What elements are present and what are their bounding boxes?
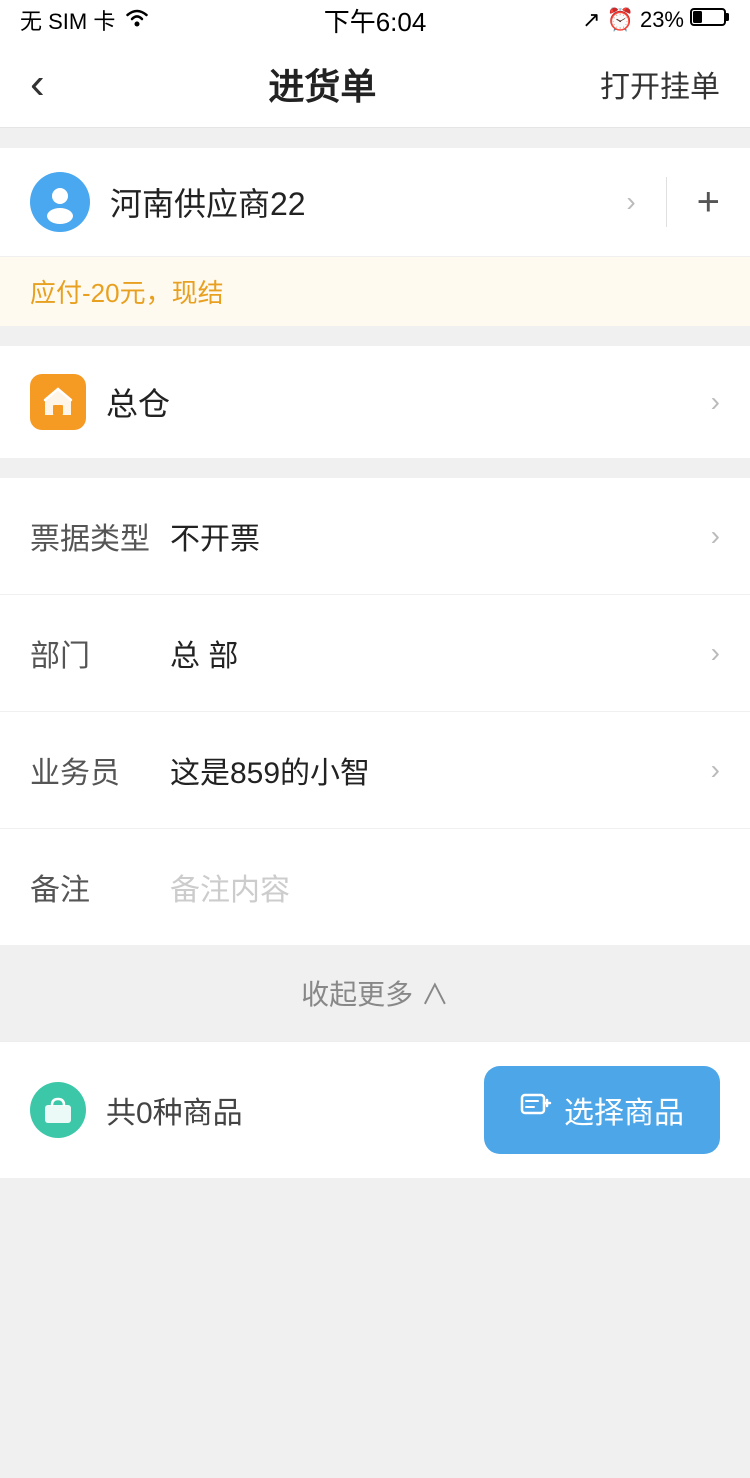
invoice-type-value: 不开票 <box>170 514 711 558</box>
warehouse-icon <box>30 374 86 430</box>
invoice-type-row[interactable]: 票据类型 不开票 › <box>0 478 750 594</box>
divider <box>666 177 667 227</box>
invoice-type-label: 票据类型 <box>30 514 170 558</box>
status-right: ↗ ⏰ 23% <box>582 6 730 34</box>
back-button[interactable]: ‹ <box>30 59 45 109</box>
warehouse-name: 总仓 <box>106 379 711 425</box>
supplier-actions: › + <box>626 177 720 227</box>
department-value: 总 部 <box>170 631 711 675</box>
alarm-icon: ⏰ <box>607 7 634 33</box>
select-product-label: 选择商品 <box>564 1088 684 1132</box>
collapse-button[interactable]: 收起更多 ∧ <box>301 973 449 1013</box>
battery-icon <box>690 6 730 34</box>
remark-label: 备注 <box>30 865 170 909</box>
department-row[interactable]: 部门 总 部 › <box>0 594 750 711</box>
status-bar: 无 SIM 卡 下午6:04 ↗ ⏰ 23% <box>0 0 750 40</box>
notice-row: 应付-20元，现结 <box>0 257 750 326</box>
battery-text: 23% <box>640 7 684 33</box>
salesperson-chevron-icon: › <box>711 754 720 786</box>
open-pending-button[interactable]: 打开挂单 <box>600 62 720 106</box>
select-product-button[interactable]: 选择商品 <box>484 1066 720 1154</box>
warehouse-row[interactable]: 总仓 › <box>0 346 750 458</box>
supplier-section: 河南供应商22 › + 应付-20元，现结 <box>0 148 750 326</box>
gap-1 <box>0 128 750 148</box>
remark-row[interactable]: 备注 备注内容 <box>0 828 750 945</box>
supplier-avatar <box>30 172 90 232</box>
department-chevron-icon: › <box>711 637 720 669</box>
product-count-label: 共0种商品 <box>106 1088 484 1132</box>
status-left: 无 SIM 卡 <box>20 4 151 36</box>
page-title: 进货单 <box>268 58 376 110</box>
gap-2 <box>0 326 750 346</box>
bottom-bar: 共0种商品 选择商品 <box>0 1041 750 1178</box>
status-time: 下午6:04 <box>324 2 427 39</box>
gap-3 <box>0 458 750 478</box>
warehouse-chevron-icon: › <box>711 386 720 418</box>
invoice-type-chevron-icon: › <box>711 520 720 552</box>
form-section: 票据类型 不开票 › 部门 总 部 › 业务员 这是859的小智 › 备注 备注… <box>0 478 750 945</box>
notice-text: 应付-20元，现结 <box>30 278 224 308</box>
salesperson-value: 这是859的小智 <box>170 748 711 792</box>
supplier-name: 河南供应商22 <box>110 179 626 225</box>
page-rest <box>0 1178 750 1478</box>
supplier-chevron-icon: › <box>626 186 635 218</box>
add-supplier-button[interactable]: + <box>697 180 720 225</box>
location-icon: ↗ <box>582 7 600 33</box>
department-label: 部门 <box>30 631 170 675</box>
product-icon <box>30 1082 86 1138</box>
salesperson-row[interactable]: 业务员 这是859的小智 › <box>0 711 750 828</box>
collapse-row[interactable]: 收起更多 ∧ <box>0 945 750 1041</box>
salesperson-label: 业务员 <box>30 748 170 792</box>
carrier-label: 无 SIM 卡 <box>20 4 115 36</box>
remark-input[interactable]: 备注内容 <box>170 865 720 909</box>
wifi-icon <box>123 6 151 34</box>
nav-bar: ‹ 进货单 打开挂单 <box>0 40 750 128</box>
select-product-icon <box>520 1093 552 1128</box>
supplier-row[interactable]: 河南供应商22 › + <box>0 148 750 257</box>
